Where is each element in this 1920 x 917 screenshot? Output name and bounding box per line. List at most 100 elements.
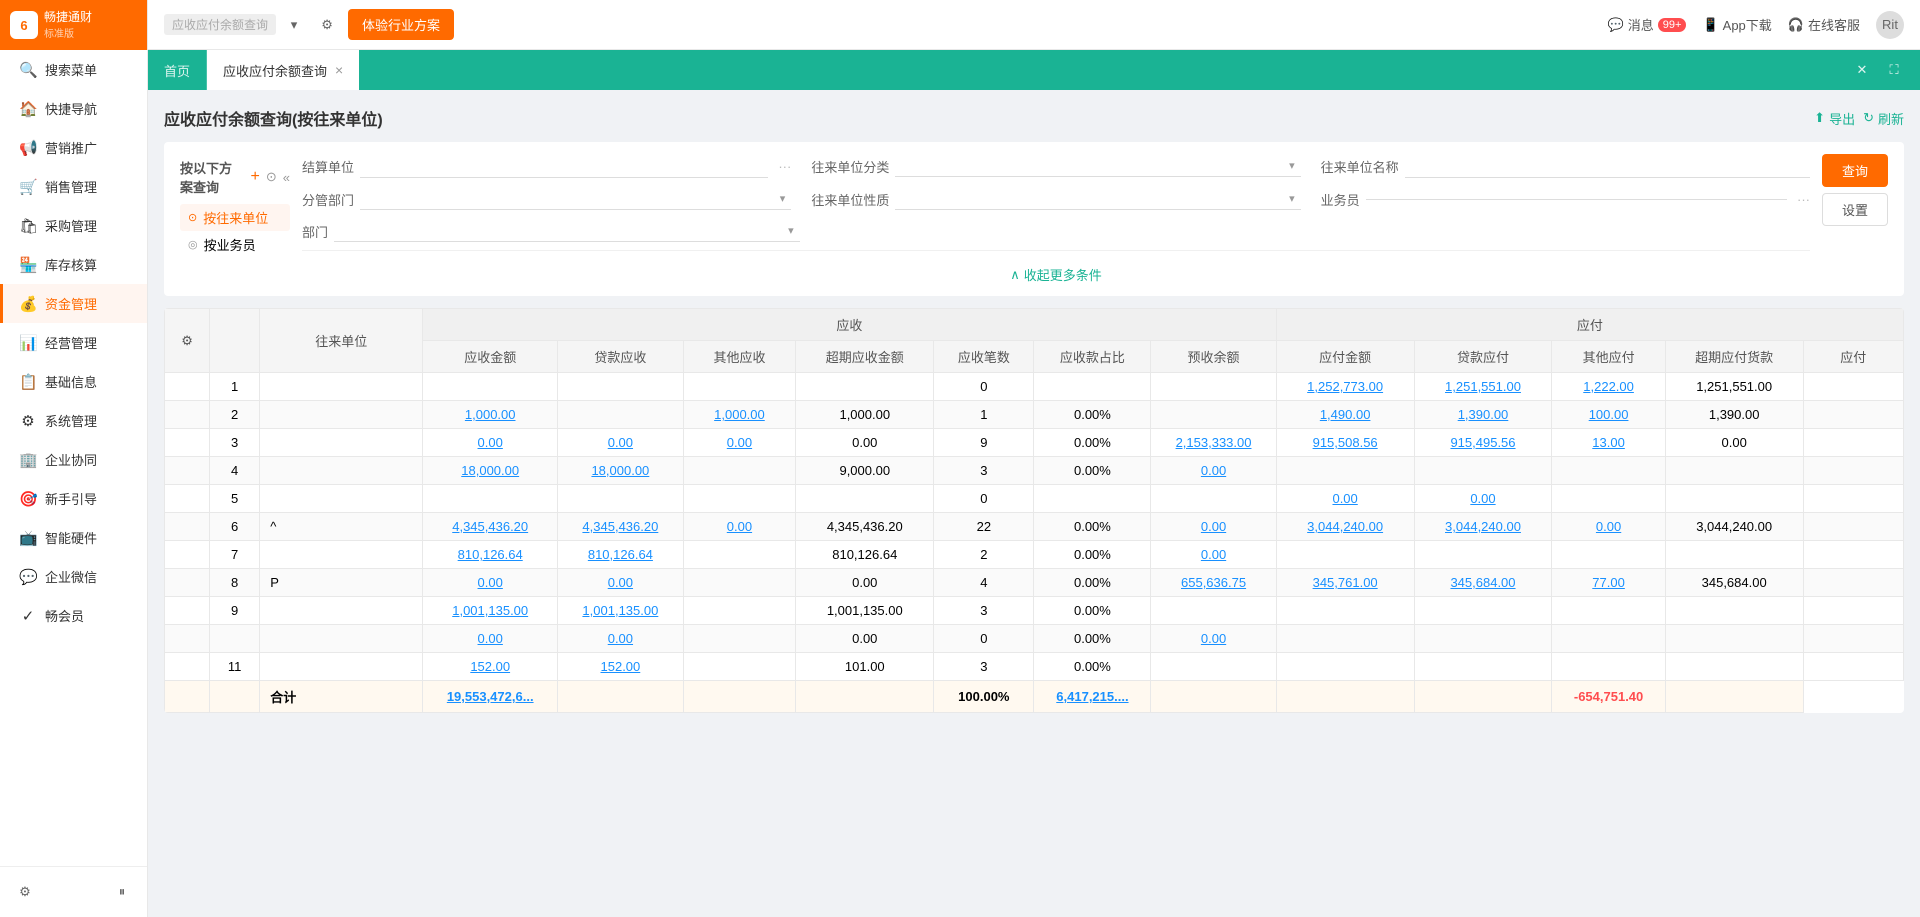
filter-add-btn[interactable]: +: [251, 168, 260, 186]
collapse-icon: ⏸: [119, 884, 126, 900]
table-row: 0.000.000.0000.00%0.00: [165, 625, 1904, 653]
tabbar-expand-btn[interactable]: ⛶: [1880, 56, 1908, 84]
col-rec-count: 应收笔数: [934, 341, 1034, 373]
table-row: 8P0.000.000.0040.00%655,636.75345,761.00…: [165, 569, 1904, 597]
phone-icon: 📱: [1702, 17, 1718, 33]
guide-icon: 🎯: [19, 490, 37, 508]
total-pay-amount: -654,751.40: [1552, 681, 1665, 713]
settlement-input[interactable]: [360, 154, 768, 178]
sidebar-collapse-btn[interactable]: ⏸: [107, 877, 137, 907]
col-payable-group: 应付: [1276, 309, 1903, 341]
settings-button[interactable]: 设置: [1822, 193, 1888, 226]
sidebar-item-quick-nav[interactable]: 🏠 快捷导航: [0, 89, 147, 128]
refresh-btn[interactable]: ↻ 刷新: [1863, 109, 1904, 128]
online-service-btn[interactable]: 🎧 在线客服: [1788, 15, 1860, 34]
page-header: 应收应付余额查询(按往来单位) ⬆ 导出 ↻ 刷新: [164, 106, 1904, 130]
sidebar-item-member[interactable]: ✓ 畅会员: [0, 596, 147, 635]
sidebar-settings-btn[interactable]: ⚙: [10, 877, 40, 907]
staff-nav-icon: ◎: [188, 238, 198, 251]
sidebar-item-system[interactable]: ⚙ 系统管理: [0, 401, 147, 440]
total-rec-amount[interactable]: 19,553,472,6...: [423, 681, 558, 713]
message-badge: 99+: [1658, 18, 1687, 32]
chevron-down-icon: ▾: [1289, 159, 1295, 172]
topbar-settings-btn[interactable]: ⚙: [312, 10, 342, 40]
system-icon: ⚙: [19, 412, 37, 430]
messages-btn[interactable]: 💬 消息 99+: [1608, 15, 1687, 34]
filter-collapse-nav-btn[interactable]: «: [283, 170, 290, 185]
filter-fields: 结算单位 ··· 往来单位分类 ▾: [302, 154, 1810, 284]
refresh-icon: ↻: [1863, 110, 1874, 126]
query-button[interactable]: 查询: [1822, 154, 1888, 187]
sidebar-item-operation[interactable]: 📊 经营管理: [0, 323, 147, 362]
partner-nature-select[interactable]: ▾: [895, 188, 1300, 210]
tab-close-btn[interactable]: ×: [335, 62, 343, 78]
capital-icon: 💰: [19, 295, 37, 313]
table-row: 418,000.0018,000.009,000.0030.00%0.00: [165, 457, 1904, 485]
filter-collapse-row: ∧ 收起更多条件: [302, 250, 1810, 284]
col-receivable-group: 应收: [423, 309, 1277, 341]
sidebar-item-wechat[interactable]: 💬 企业微信: [0, 557, 147, 596]
partner-name-label: 往来单位名称: [1321, 157, 1399, 176]
settlement-dots[interactable]: ···: [778, 159, 791, 174]
sidebar-item-sales[interactable]: 🛒 销售管理: [0, 167, 147, 206]
filter-nav-by-partner[interactable]: ⊙ 按往来单位: [180, 204, 290, 231]
total-rec-advance[interactable]: 6,417,215....: [1034, 681, 1151, 713]
col-pay-rest: 应付: [1803, 341, 1903, 373]
dept-select[interactable]: ▾: [360, 188, 791, 210]
total-label: 合计: [260, 681, 423, 713]
breadcrumb: 应收应付余额查询: [164, 14, 276, 35]
partner-name-input[interactable]: [1405, 154, 1810, 178]
logo-icon: 6: [10, 11, 38, 39]
filter-nav-by-staff[interactable]: ◎ 按业务员: [180, 231, 290, 258]
sidebar-item-capital[interactable]: 💰 资金管理: [0, 284, 147, 323]
marketing-icon: 📢: [19, 139, 37, 157]
filter-field-partner-nature: 往来单位性质 ▾: [811, 188, 1300, 210]
filter-top: 按以下方案查询 + ⊙ « ⊙ 按往来单位 ◎ 按业务员: [180, 154, 1888, 284]
table-row: 21,000.001,000.001,000.0010.00%1,490.001…: [165, 401, 1904, 429]
sidebar-item-guide[interactable]: 🎯 新手引导: [0, 479, 147, 518]
tab-home[interactable]: 首页: [148, 50, 207, 90]
subdept-label: 部门: [302, 222, 328, 241]
filter-scheme-label: 按以下方案查询: [180, 158, 245, 196]
promo-button[interactable]: 体验行业方案: [348, 9, 454, 40]
sidebar-item-basic[interactable]: 📋 基础信息: [0, 362, 147, 401]
filter-field-dept: 分管部门 ▾: [302, 188, 791, 210]
filter-settings-btn[interactable]: ⊙: [266, 169, 277, 185]
search-icon: 🔍: [19, 61, 37, 79]
gear-icon: ⚙: [321, 17, 333, 33]
total-row: 合计 19,553,472,6... 100.00% 6,417,215....…: [165, 681, 1904, 713]
col-rec-overdue: 超期应收金额: [796, 341, 934, 373]
subdept-select[interactable]: ▾: [334, 220, 800, 242]
filter-collapse-btn[interactable]: ∧ 收起更多条件: [1010, 265, 1102, 284]
sidebar-item-hardware[interactable]: 📺 智能硬件: [0, 518, 147, 557]
staff-dots[interactable]: ···: [1797, 192, 1810, 207]
chevron-down-icon-3: ▾: [1289, 192, 1295, 205]
topbar: 应收应付余额查询 ▾ ⚙ 体验行业方案 💬 消息 99+ 📱 App下载 🎧 在…: [148, 0, 1920, 50]
export-btn[interactable]: ⬆ 导出: [1814, 109, 1855, 128]
sidebar-item-purchase[interactable]: 🛍 采购管理: [0, 206, 147, 245]
filter-left-nav: 按以下方案查询 + ⊙ « ⊙ 按往来单位 ◎ 按业务员: [180, 154, 290, 284]
sidebar-item-inventory[interactable]: 🏪 库存核算: [0, 245, 147, 284]
dept-label: 分管部门: [302, 190, 354, 209]
col-no-header: [210, 309, 260, 373]
tabbar-close-btn[interactable]: ✕: [1848, 56, 1876, 84]
tab-active[interactable]: 应收应付余额查询 ×: [207, 50, 359, 90]
table-row: 30.000.000.000.0090.00%2,153,333.00915,5…: [165, 429, 1904, 457]
sidebar-item-cooperation[interactable]: 🏢 企业协同: [0, 440, 147, 479]
settings-icon: ⚙: [19, 884, 31, 900]
col-pay-other: 其他应付: [1552, 341, 1665, 373]
sidebar: 6 畅捷通财 标准版 🔍 搜索菜单 🏠 快捷导航 📢 营销推广 🛒 销售管理 🛍…: [0, 0, 148, 917]
col-pay-overdue: 超期应付货款: [1665, 341, 1803, 373]
table-settings-col[interactable]: ⚙: [165, 309, 210, 373]
app-download-btn[interactable]: 📱 App下载: [1702, 15, 1771, 34]
table-row: 101,252,773.001,251,551.001,222.001,251,…: [165, 373, 1904, 401]
sidebar-item-marketing[interactable]: 📢 营销推广: [0, 128, 147, 167]
logo-name: 畅捷通财: [44, 10, 92, 24]
partner-cat-select[interactable]: ▾: [895, 155, 1300, 177]
chevron-down-icon-2: ▾: [780, 192, 786, 205]
topbar-dropdown-btn[interactable]: ▾: [282, 13, 306, 37]
user-avatar[interactable]: Rit: [1876, 11, 1904, 39]
sidebar-item-search-menu[interactable]: 🔍 搜索菜单: [0, 50, 147, 89]
col-rec-ratio: 应收款占比: [1034, 341, 1151, 373]
partner-nav-icon: ⊙: [188, 211, 197, 224]
